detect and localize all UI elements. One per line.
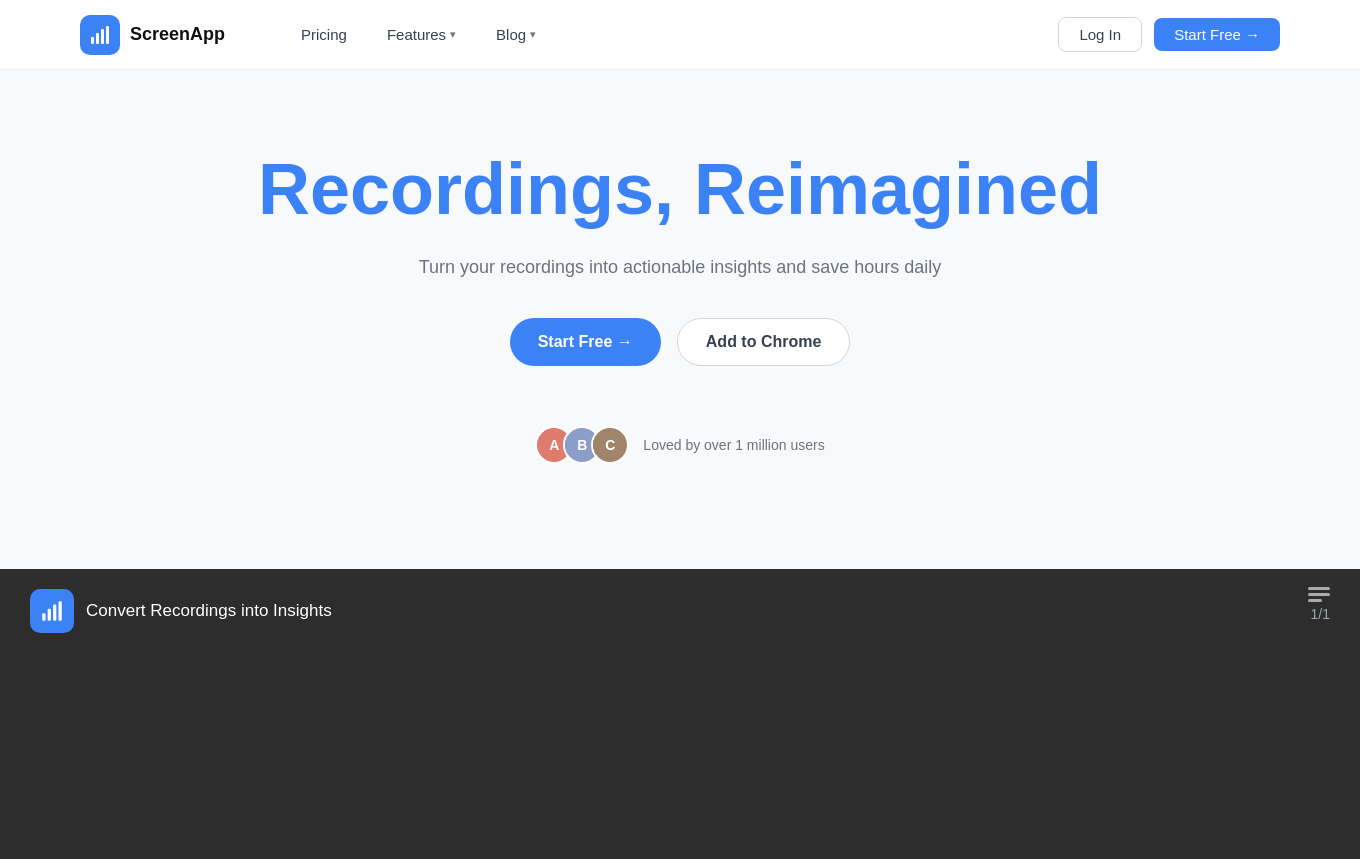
svg-rect-4 — [42, 613, 45, 621]
svg-rect-1 — [96, 33, 99, 44]
svg-rect-5 — [48, 609, 51, 621]
avatars-group: A B C — [535, 426, 629, 464]
nav-start-button[interactable]: Start Free → — [1154, 18, 1280, 51]
nav-features[interactable]: Features ▾ — [371, 18, 472, 51]
svg-rect-0 — [91, 37, 94, 44]
bottom-bar-title: Convert Recordings into Insights — [86, 601, 332, 621]
logo-link[interactable]: ScreenApp — [80, 15, 225, 55]
bottom-bar-counter: 1/1 — [1308, 587, 1330, 622]
login-button[interactable]: Log In — [1058, 17, 1142, 52]
features-chevron-icon: ▾ — [450, 28, 456, 41]
svg-rect-6 — [53, 605, 56, 621]
logo-icon — [80, 15, 120, 55]
bottom-logo-icon — [30, 589, 74, 633]
nav-actions: Log In Start Free → — [1058, 17, 1280, 52]
hero-start-button[interactable]: Start Free → — [510, 318, 661, 366]
nav-links: Pricing Features ▾ Blog ▾ — [285, 18, 1058, 51]
menu-icon — [1308, 587, 1330, 602]
social-proof-text: Loved by over 1 million users — [643, 437, 824, 453]
nav-blog[interactable]: Blog ▾ — [480, 18, 552, 51]
svg-rect-7 — [59, 601, 62, 621]
svg-rect-2 — [101, 29, 104, 44]
nav-pricing[interactable]: Pricing — [285, 18, 363, 51]
bottom-logo: Convert Recordings into Insights — [30, 589, 332, 633]
social-proof: A B C Loved by over 1 million users — [535, 426, 824, 464]
hero-title: Recordings, Reimagined — [258, 150, 1102, 229]
logo-text: ScreenApp — [130, 24, 225, 45]
hero-chrome-button[interactable]: Add to Chrome — [677, 318, 851, 366]
navbar: ScreenApp Pricing Features ▾ Blog ▾ Log … — [0, 0, 1360, 70]
svg-rect-3 — [106, 26, 109, 44]
blog-chevron-icon: ▾ — [530, 28, 536, 41]
hero-section: Recordings, Reimagined Turn your recordi… — [0, 70, 1360, 524]
hero-subtitle: Turn your recordings into actionable ins… — [419, 257, 942, 278]
avatar-3: C — [591, 426, 629, 464]
hero-buttons: Start Free → Add to Chrome — [510, 318, 851, 366]
counter-text: 1/1 — [1311, 606, 1330, 622]
bottom-bar: Convert Recordings into Insights 1/1 — [0, 569, 1360, 859]
